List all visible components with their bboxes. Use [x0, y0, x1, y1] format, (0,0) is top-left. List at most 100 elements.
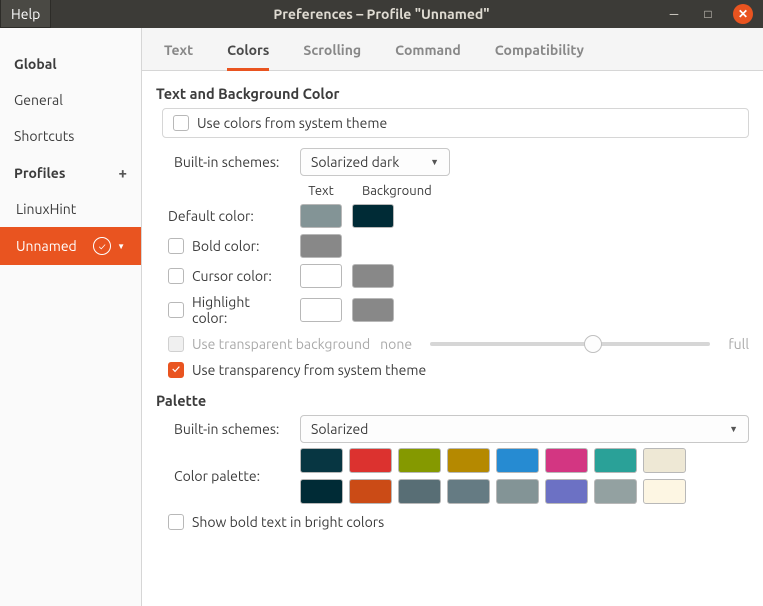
- palette-swatch[interactable]: [300, 479, 343, 504]
- tab-text[interactable]: Text: [164, 42, 193, 70]
- bold-swatch[interactable]: [300, 234, 342, 258]
- tab-body: Text and Background Color Use colors fro…: [142, 71, 763, 544]
- transparent-bg-label: Use transparent background: [192, 336, 370, 352]
- tab-command[interactable]: Command: [395, 42, 461, 70]
- help-menu[interactable]: Help: [0, 0, 51, 28]
- checkbox-checked-icon: ✓: [168, 362, 184, 378]
- tabs: Text Colors Scrolling Command Compatibil…: [142, 28, 763, 71]
- tab-compatibility[interactable]: Compatibility: [495, 42, 584, 70]
- add-profile-icon[interactable]: +: [119, 164, 127, 181]
- palette-swatch[interactable]: [398, 479, 441, 504]
- color-column-headers: Text Background: [300, 184, 749, 198]
- slider-full-label: full: [728, 336, 749, 352]
- builtin-schemes-row: Built-in schemes: Solarized dark ▼: [170, 148, 749, 176]
- bold-color-row: Bold color:: [168, 234, 749, 258]
- checkbox-icon: [168, 514, 184, 530]
- profile-dropdown-icon[interactable]: ▼: [117, 242, 125, 251]
- checkbox-icon: [173, 115, 189, 131]
- cursor-color-row: Cursor color:: [168, 264, 749, 288]
- window-controls: ─ □ ✕: [665, 4, 763, 24]
- palette-builtin-dropdown[interactable]: Solarized ▼: [300, 415, 749, 443]
- slider-none-label: none: [380, 336, 412, 352]
- transparent-bg-row: Use transparent background none full: [168, 336, 749, 352]
- sidebar-profile-unnamed[interactable]: Unnamed ✓ ▼: [0, 227, 141, 265]
- show-bold-label: Show bold text in bright colors: [192, 514, 384, 530]
- system-transparency-label: Use transparency from system theme: [192, 362, 426, 378]
- cursor-bg-swatch[interactable]: [352, 264, 394, 288]
- highlight-bg-swatch[interactable]: [352, 298, 394, 322]
- sidebar-general[interactable]: General: [0, 82, 141, 118]
- transparency-slider: [430, 342, 710, 346]
- use-system-colors-checkbox[interactable]: Use colors from system theme: [173, 115, 738, 131]
- transparent-bg-checkbox: Use transparent background: [168, 336, 370, 352]
- main-layout: Global General Shortcuts Profiles + Linu…: [0, 28, 763, 606]
- palette-swatch[interactable]: [496, 448, 539, 473]
- palette-swatch[interactable]: [545, 479, 588, 504]
- system-transparency-checkbox[interactable]: ✓ Use transparency from system theme: [168, 362, 749, 378]
- minimize-button[interactable]: ─: [665, 5, 683, 23]
- palette-builtin-value: Solarized: [311, 421, 368, 437]
- color-palette-label: Color palette:: [170, 468, 300, 484]
- default-text-swatch[interactable]: [300, 204, 342, 228]
- palette-swatch[interactable]: [594, 448, 637, 473]
- highlight-color-row: Highlight color:: [168, 294, 749, 326]
- maximize-button[interactable]: □: [699, 5, 717, 23]
- palette-swatch[interactable]: [349, 448, 392, 473]
- sidebar-profile-label: Unnamed: [16, 238, 77, 254]
- builtin-schemes-label: Built-in schemes:: [170, 154, 300, 170]
- palette-swatch[interactable]: [300, 448, 343, 473]
- palette-heading: Palette: [156, 392, 749, 409]
- palette-builtin-label: Built-in schemes:: [170, 421, 300, 437]
- sidebar: Global General Shortcuts Profiles + Linu…: [0, 28, 142, 606]
- sidebar-profile-linuxhint[interactable]: LinuxHint: [0, 191, 141, 227]
- checkbox-icon: [168, 336, 184, 352]
- palette-row-1: [300, 448, 686, 473]
- palette-swatch[interactable]: [447, 448, 490, 473]
- palette-swatch[interactable]: [594, 479, 637, 504]
- text-bg-heading: Text and Background Color: [156, 85, 749, 102]
- col-text-header: Text: [300, 184, 342, 198]
- cursor-text-swatch[interactable]: [300, 264, 342, 288]
- highlight-color-checkbox[interactable]: [168, 302, 184, 318]
- window-title: Preferences – Profile "Unnamed": [273, 6, 489, 22]
- col-bg-header: Background: [362, 184, 432, 198]
- palette-builtin-row: Built-in schemes: Solarized ▼: [170, 415, 749, 443]
- tab-scrolling[interactable]: Scrolling: [303, 42, 361, 70]
- use-system-frame: Use colors from system theme: [162, 108, 749, 138]
- builtin-schemes-dropdown[interactable]: Solarized dark ▼: [300, 148, 450, 176]
- default-bg-swatch[interactable]: [352, 204, 394, 228]
- sidebar-shortcuts[interactable]: Shortcuts: [0, 118, 141, 154]
- sidebar-profiles-label: Profiles: [14, 165, 65, 181]
- sidebar-global[interactable]: Global: [0, 46, 141, 82]
- sidebar-profiles-header: Profiles +: [0, 154, 141, 191]
- palette-swatch[interactable]: [447, 479, 490, 504]
- bold-color-checkbox[interactable]: [168, 238, 184, 254]
- palette-swatch[interactable]: [496, 479, 539, 504]
- palette-swatch[interactable]: [545, 448, 588, 473]
- palette-swatch[interactable]: [398, 448, 441, 473]
- close-button[interactable]: ✕: [733, 4, 753, 24]
- titlebar: Help Preferences – Profile "Unnamed" ─ □…: [0, 0, 763, 28]
- highlight-text-swatch[interactable]: [300, 298, 342, 322]
- cursor-color-checkbox[interactable]: [168, 268, 184, 284]
- palette-row-2: [300, 479, 686, 504]
- content: Text Colors Scrolling Command Compatibil…: [142, 28, 763, 606]
- palette-swatch[interactable]: [349, 479, 392, 504]
- palette-swatch[interactable]: [643, 479, 686, 504]
- color-palette-row: Color palette:: [170, 448, 749, 504]
- slider-thumb: [584, 335, 602, 353]
- bold-color-label: Bold color:: [192, 238, 259, 254]
- show-bold-checkbox[interactable]: Show bold text in bright colors: [168, 514, 749, 530]
- highlight-color-label: Highlight color:: [192, 294, 288, 326]
- palette-swatch[interactable]: [643, 448, 686, 473]
- default-color-label: Default color:: [168, 208, 254, 224]
- cursor-color-label: Cursor color:: [192, 268, 272, 284]
- active-profile-check-icon: ✓: [93, 237, 111, 255]
- dropdown-arrow-icon: ▼: [729, 424, 738, 434]
- builtin-schemes-value: Solarized dark: [311, 154, 399, 170]
- default-color-row: Default color:: [168, 204, 749, 228]
- palette-grid: [300, 448, 686, 504]
- tab-colors[interactable]: Colors: [227, 42, 269, 71]
- use-system-label: Use colors from system theme: [197, 115, 387, 131]
- dropdown-arrow-icon: ▼: [430, 157, 439, 167]
